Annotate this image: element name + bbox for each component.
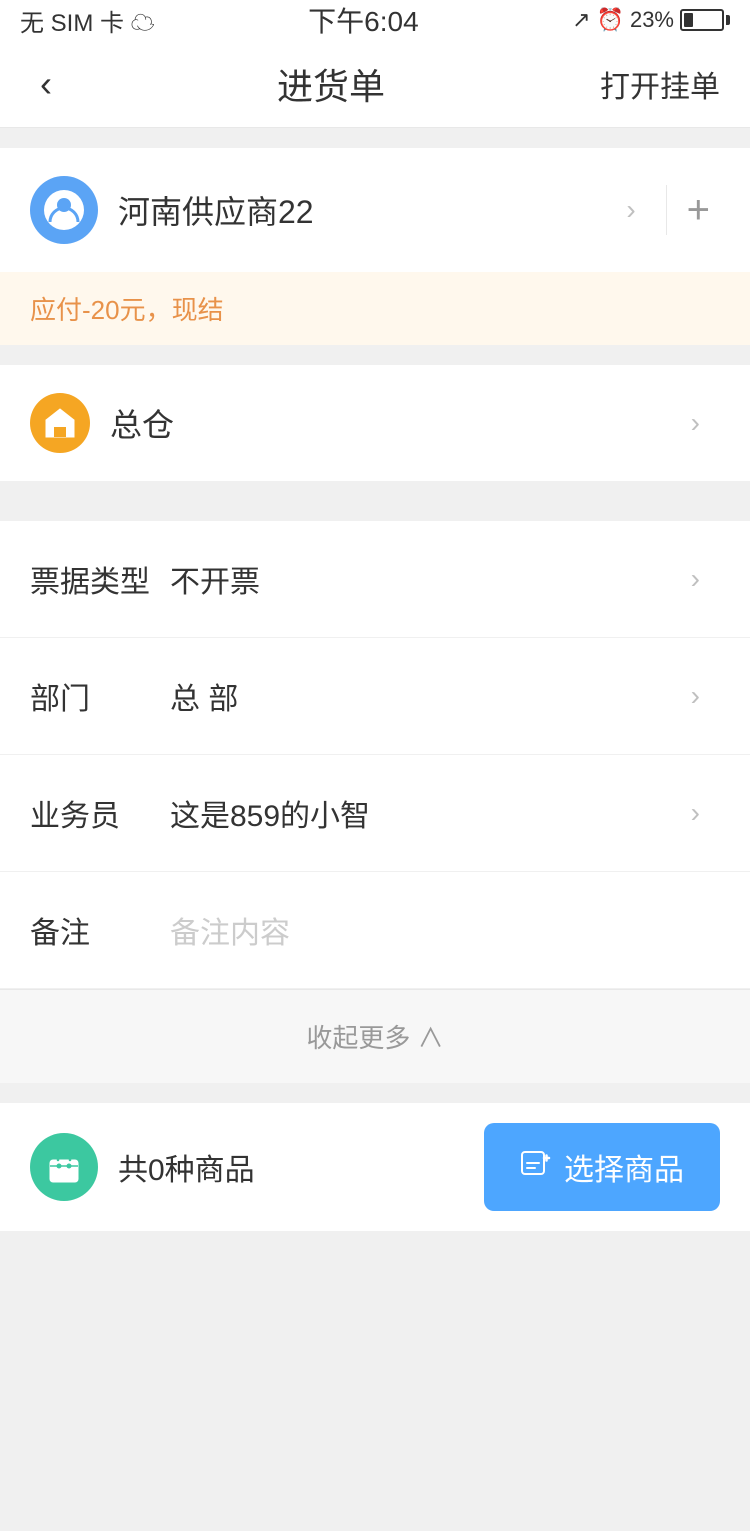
sim-status: 无 SIM 卡 ☁ bbox=[20, 3, 155, 38]
supplier-name: 河南供应商22 bbox=[118, 187, 626, 233]
select-goods-button[interactable]: 选择商品 bbox=[484, 1123, 720, 1211]
select-goods-icon bbox=[520, 1146, 554, 1188]
warehouse-chevron-icon: › bbox=[691, 407, 700, 439]
salesperson-chevron-icon: › bbox=[691, 797, 700, 829]
back-button[interactable]: ‹ bbox=[30, 53, 62, 115]
bottom-bar: 共0种商品 选择商品 bbox=[0, 1103, 750, 1231]
location-icon: ↗ bbox=[572, 7, 590, 33]
select-goods-label: 选择商品 bbox=[564, 1145, 684, 1189]
form-section: 票据类型 不开票 › 部门 总 部 › 业务员 这是859的小智 › 备注 备注… bbox=[0, 521, 750, 1083]
department-chevron-icon: › bbox=[691, 680, 700, 712]
remark-row[interactable]: 备注 备注内容 bbox=[0, 872, 750, 989]
supplier-chevron-icon: › bbox=[626, 194, 635, 226]
goods-icon bbox=[30, 1133, 98, 1201]
warehouse-card: 总仓 › bbox=[0, 365, 750, 481]
invoice-type-row[interactable]: 票据类型 不开票 › bbox=[0, 521, 750, 638]
warehouse-row[interactable]: 总仓 › bbox=[0, 365, 750, 481]
nav-bar: ‹ 进货单 打开挂单 bbox=[0, 40, 750, 128]
add-supplier-button[interactable]: + bbox=[677, 188, 720, 233]
alarm-icon: ⏰ bbox=[597, 7, 624, 33]
department-row[interactable]: 部门 总 部 › bbox=[0, 638, 750, 755]
notice-bar: 应付-20元，现结 bbox=[0, 272, 750, 345]
supplier-divider bbox=[666, 185, 667, 235]
page-background bbox=[0, 1231, 750, 1531]
top-divider bbox=[0, 128, 750, 148]
battery-percent: 23% bbox=[630, 7, 674, 33]
divider-1 bbox=[0, 345, 750, 365]
salesperson-label: 业务员 bbox=[30, 791, 170, 835]
user-icon bbox=[44, 190, 84, 230]
salesperson-row[interactable]: 业务员 这是859的小智 › bbox=[0, 755, 750, 872]
warehouse-name: 总仓 bbox=[110, 400, 691, 446]
avatar bbox=[30, 176, 98, 244]
remark-label: 备注 bbox=[30, 908, 170, 952]
open-pending-button[interactable]: 打开挂单 bbox=[600, 62, 720, 106]
divider-2 bbox=[0, 481, 750, 501]
collapse-bar[interactable]: 收起更多 ∧ bbox=[0, 989, 750, 1083]
supplier-row[interactable]: 河南供应商22 › + bbox=[0, 148, 750, 272]
department-label: 部门 bbox=[30, 674, 170, 718]
supplier-card: 河南供应商22 › + 应付-20元，现结 bbox=[0, 148, 750, 345]
goods-count: 共0种商品 bbox=[118, 1145, 484, 1189]
status-bar: 无 SIM 卡 ☁ 下午6:04 ↗ ⏰ 23% bbox=[0, 0, 750, 40]
invoice-type-chevron-icon: › bbox=[691, 563, 700, 595]
status-right: ↗ ⏰ 23% bbox=[572, 7, 730, 33]
salesperson-value: 这是859的小智 bbox=[170, 791, 691, 835]
department-value: 总 部 bbox=[170, 674, 691, 718]
warehouse-icon bbox=[30, 393, 90, 453]
battery-indicator bbox=[680, 9, 730, 31]
page-title: 进货单 bbox=[277, 58, 385, 110]
invoice-type-label: 票据类型 bbox=[30, 557, 170, 601]
status-time: 下午6:04 bbox=[308, 0, 419, 40]
status-left: 无 SIM 卡 ☁ bbox=[20, 3, 155, 38]
invoice-type-value: 不开票 bbox=[170, 557, 691, 601]
remark-input[interactable]: 备注内容 bbox=[170, 908, 720, 952]
